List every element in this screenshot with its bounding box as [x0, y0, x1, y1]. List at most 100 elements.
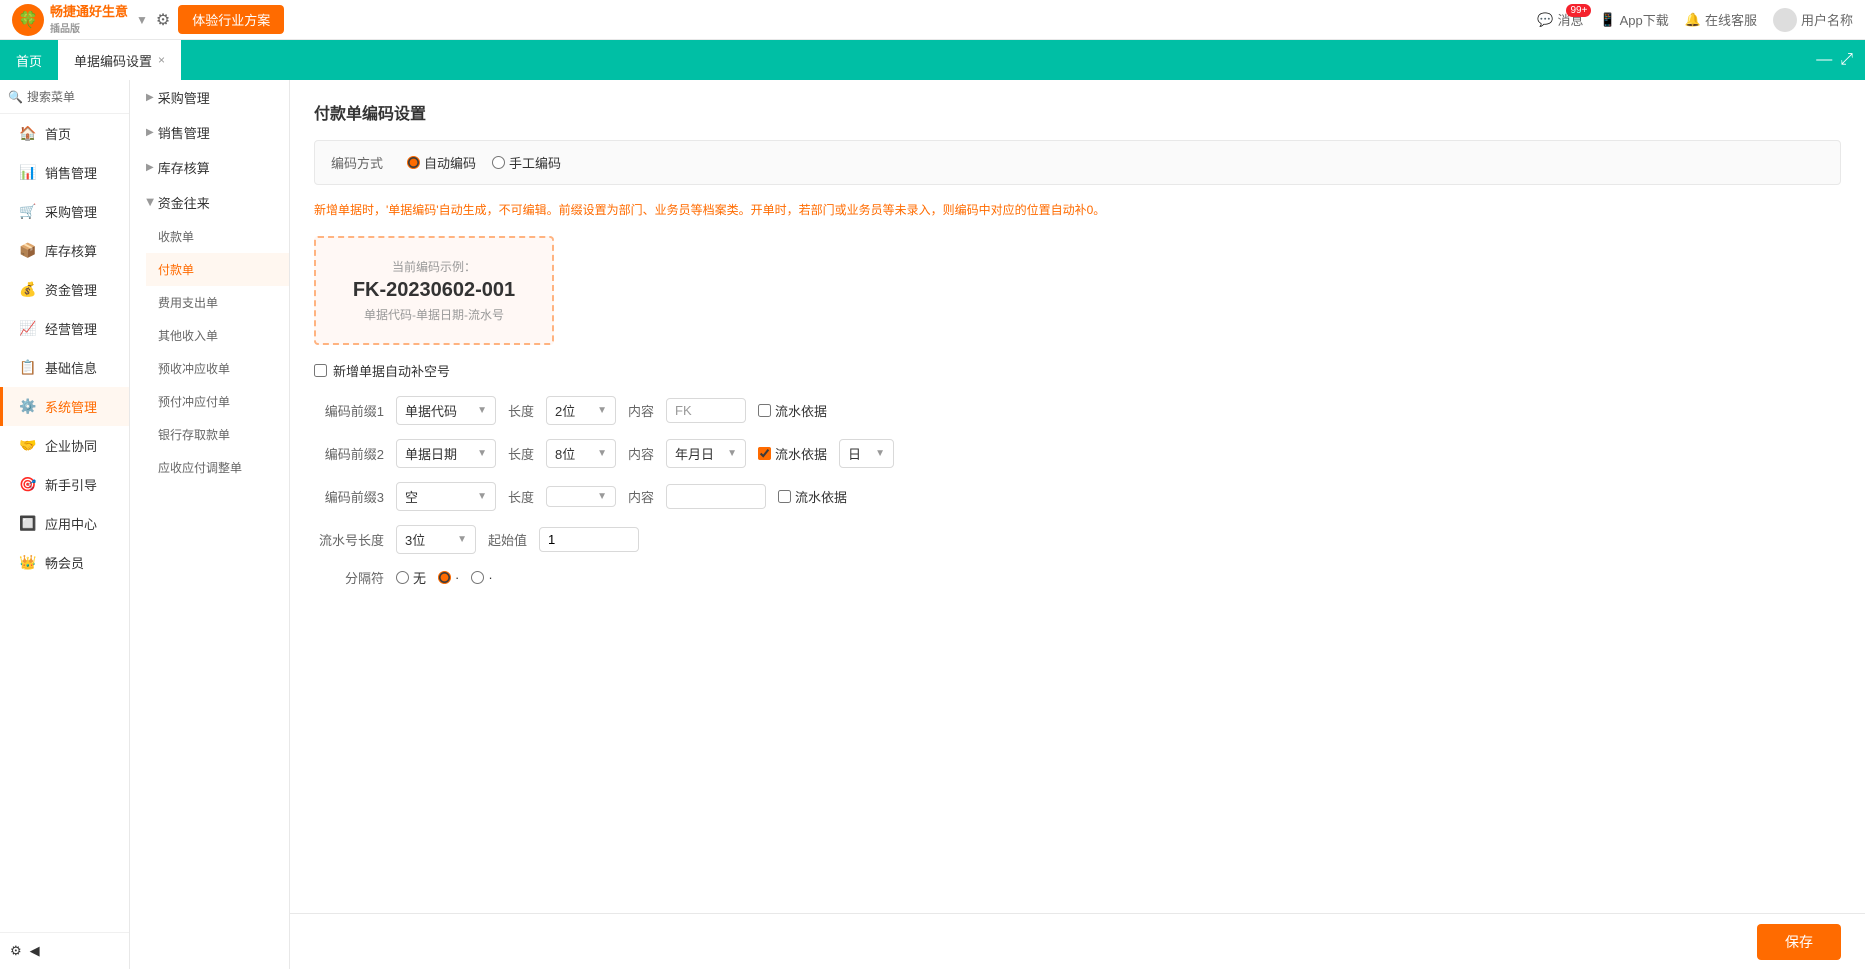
sidebar-item-member[interactable]: 👑 畅会员 [0, 543, 129, 582]
start-value-input[interactable] [539, 527, 639, 552]
inventory-icon: 📦 [19, 242, 37, 260]
tab-maximize-btn[interactable]: ⤢ [1840, 51, 1853, 69]
online-service-btn[interactable]: 🔔 在线客服 [1685, 10, 1757, 29]
length2-select[interactable]: 8位 ▼ [546, 439, 616, 468]
save-button[interactable]: 保存 [1757, 924, 1841, 960]
sidebar-item-home[interactable]: 🏠 首页 [0, 114, 129, 153]
sub-menu-payment[interactable]: 付款单 [146, 253, 289, 286]
sidebar-item-sales[interactable]: 📊 销售管理 [0, 153, 129, 192]
sidebar-item-guide[interactable]: 🎯 新手引导 [0, 465, 129, 504]
serial1-checkbox: 流水依据 [758, 401, 827, 420]
serial3-checkbox: 流水依据 [778, 487, 847, 506]
prefix2-select[interactable]: 单据日期 ▼ [396, 439, 496, 468]
menu-inventory[interactable]: ▶ 库存核算 [130, 150, 289, 185]
sidebar-home-label: 首页 [45, 124, 71, 143]
phone-icon: 📱 [1599, 12, 1615, 28]
encoding-method-label: 编码方式 [331, 153, 383, 172]
length3-select[interactable]: ▼ [546, 486, 616, 507]
prefix1-select[interactable]: 单据代码 ▼ [396, 396, 496, 425]
encoding-method-section: 编码方式 自动编码 手工编码 [314, 140, 1841, 185]
sidebar-item-inventory[interactable]: 📦 库存核算 [0, 231, 129, 270]
tab-close-icon[interactable]: × [158, 53, 165, 67]
serial3-label: 流水依据 [795, 487, 847, 506]
logo-sub: 插品版 [50, 20, 128, 35]
length1-label: 长度 [508, 401, 534, 420]
prefix3-label: 编码前缀3 [314, 487, 384, 506]
code-preview-value: FK-20230602-001 [340, 279, 528, 302]
sub-menu-bank-deposit[interactable]: 银行存取款单 [146, 418, 289, 451]
tab-home[interactable]: 首页 [0, 40, 58, 80]
app-download-btn[interactable]: 📱 App下载 [1599, 10, 1668, 29]
content3-input[interactable] [666, 484, 766, 509]
content1-input[interactable] [666, 398, 746, 423]
sub-menu-prepaid-receive[interactable]: 预收冲应收单 [146, 352, 289, 385]
encoding-radio-group: 编码方式 自动编码 手工编码 [331, 153, 1824, 172]
logo-icon: 🍀 [12, 4, 44, 36]
serial-length-select[interactable]: 3位 ▼ [396, 525, 476, 554]
menu-purchase[interactable]: ▶ 采购管理 [130, 80, 289, 115]
serial-length-row: 流水号长度 3位 ▼ 起始值 [314, 525, 1841, 554]
sub-menu-adjust[interactable]: 应收应付调整单 [146, 451, 289, 484]
sidebar-bottom: ⚙ ◀ [0, 932, 129, 969]
content-area: 付款单编码设置 编码方式 自动编码 手工编码 [290, 80, 1865, 913]
message-badge: 99+ [1566, 4, 1591, 17]
content2-arrow: ▼ [727, 448, 737, 459]
sub-menu-prepaid-pay[interactable]: 预付冲应付单 [146, 385, 289, 418]
menu-capital[interactable]: ▶ 资金往来 [130, 185, 289, 220]
sidebar-item-purchase[interactable]: 🛒 采购管理 [0, 192, 129, 231]
sub-menu-other-income[interactable]: 其他收入单 [146, 319, 289, 352]
sub-menu-receipt[interactable]: 收款单 [146, 220, 289, 253]
service-icon: 🔔 [1685, 12, 1701, 28]
sidebar-system-label: 系统管理 [45, 397, 97, 416]
serial3-check[interactable] [778, 490, 791, 503]
prefix2-value: 单据日期 [405, 444, 457, 463]
messages-btn[interactable]: 💬 消息 99+ [1537, 10, 1583, 29]
sidebar-inventory-label: 库存核算 [45, 241, 97, 260]
page-title: 付款单编码设置 [314, 100, 1841, 124]
tab-minimize-btn[interactable]: — [1816, 51, 1832, 69]
length1-select[interactable]: 2位 ▼ [546, 396, 616, 425]
serial1-check[interactable] [758, 404, 771, 417]
user-profile[interactable]: 用户名称 [1773, 8, 1853, 32]
sidebar-item-basic[interactable]: 📋 基础信息 [0, 348, 129, 387]
guide-icon: 🎯 [19, 476, 37, 494]
prefix3-select[interactable]: 空 ▼ [396, 482, 496, 511]
auto-code-radio[interactable]: 自动编码 [407, 153, 476, 172]
serial2-checkbox: 流水依据 [758, 444, 827, 463]
sidebar-item-enterprise[interactable]: 🤝 企业协同 [0, 426, 129, 465]
serial2-unit-select[interactable]: 日 ▼ [839, 439, 894, 468]
prefix1-label: 编码前缀1 [314, 401, 384, 420]
tab-bar-actions: — ⤢ [1816, 51, 1865, 69]
prefix3-arrow: ▼ [477, 491, 487, 502]
content2-select[interactable]: 年月日 ▼ [666, 439, 746, 468]
sub-menu-expense[interactable]: 费用支出单 [146, 286, 289, 319]
settings-icon[interactable]: ⚙ [156, 10, 170, 30]
sidebar-item-apps[interactable]: 🔲 应用中心 [0, 504, 129, 543]
prefix3-row: 编码前缀3 空 ▼ 长度 ▼ 内容 流水依据 [314, 482, 1841, 511]
sidebar-item-system[interactable]: ⚙️ 系统管理 [0, 387, 129, 426]
auto-fill-checkbox[interactable] [314, 364, 327, 377]
content-wrapper: 付款单编码设置 编码方式 自动编码 手工编码 [290, 80, 1865, 969]
collapse-icon[interactable]: ◀ [30, 943, 40, 959]
sep-dot1-radio[interactable]: · [438, 570, 459, 585]
sidebar-member-label: 畅会员 [45, 553, 84, 572]
tab-current[interactable]: 单据编码设置 × [58, 40, 181, 80]
prefix3-value: 空 [405, 487, 418, 506]
sidebar-search[interactable]: 🔍 搜索菜单 [0, 80, 129, 114]
menu-sales[interactable]: ▶ 销售管理 [130, 115, 289, 150]
sidebar-item-operations[interactable]: 📈 经营管理 [0, 309, 129, 348]
sidebar-item-finance[interactable]: 💰 资金管理 [0, 270, 129, 309]
industry-btn[interactable]: 体验行业方案 [178, 5, 284, 34]
sidebar-guide-label: 新手引导 [45, 475, 97, 494]
length2-value: 8位 [555, 444, 575, 463]
sep-none-radio[interactable]: 无 [396, 568, 426, 587]
user-avatar [1773, 8, 1797, 32]
serial2-check[interactable] [758, 447, 771, 460]
manual-code-radio[interactable]: 手工编码 [492, 153, 561, 172]
app-download-label: App下载 [1620, 10, 1669, 29]
message-icon: 💬 [1537, 12, 1553, 28]
serial2-label: 流水依据 [775, 444, 827, 463]
nav-arrow[interactable]: ▼ [136, 13, 148, 27]
settings-bottom-icon[interactable]: ⚙ [10, 943, 22, 959]
sep-dot2-radio[interactable]: · [471, 570, 492, 585]
